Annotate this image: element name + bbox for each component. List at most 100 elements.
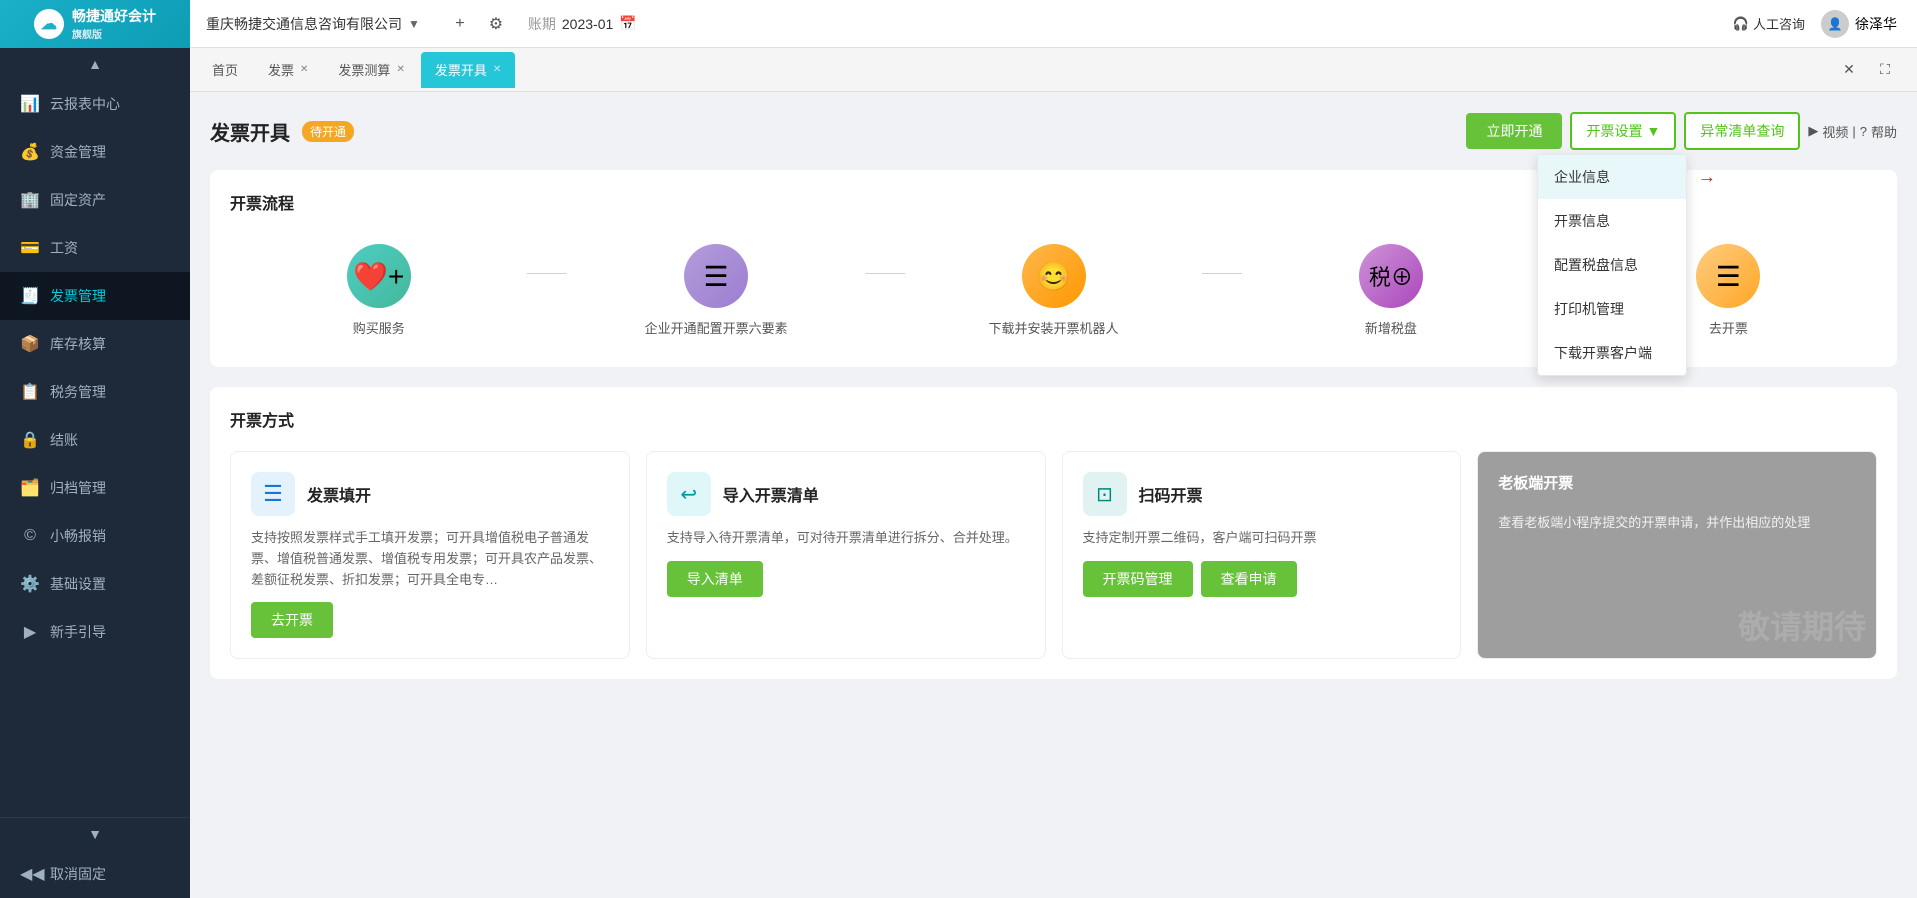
sidebar-item-invoice[interactable]: 🧾 发票管理 <box>0 272 190 320</box>
sidebar-label-reports: 云报表中心 <box>50 94 120 114</box>
headset-icon: 🎧 <box>1733 16 1749 32</box>
tax-icon: 📋 <box>20 382 40 402</box>
import-invoice-title: 导入开票清单 <box>723 482 819 506</box>
sidebar-item-expense[interactable]: © 小畅报销 <box>0 512 190 560</box>
archive-icon: 🗂️ <box>20 478 40 498</box>
coming-soon-watermark: 敬请期待 <box>1738 602 1866 648</box>
avatar: 👤 <box>1821 10 1849 38</box>
step-icon-5: ☰ <box>1696 244 1760 308</box>
tab-invoice-issue[interactable]: 发票开具 ✕ <box>421 52 515 88</box>
fill-invoice-button[interactable]: 去开票 <box>251 602 333 638</box>
page-header: 发票开具 待开通 立即开通 开票设置 ▼ 异常清单查询 ▶ 视频 | ? 帮助 … <box>210 112 1897 150</box>
consult-button[interactable]: 🎧 人工咨询 <box>1733 14 1805 33</box>
sidebar-label-guide: 新手引导 <box>50 622 106 642</box>
close-issue-tab-icon[interactable]: ✕ <box>493 64 501 75</box>
video-button[interactable]: ▶ 视频 | ? 帮助 <box>1808 122 1897 141</box>
fill-invoice-desc: 支持按照发票样式手工填开发票；可开具增值税电子普通发票、增值税普通发票、增值税专… <box>251 528 609 590</box>
method-card-import: ↩ 导入开票清单 支持导入待开票清单，可对待开票清单进行拆分、合并处理。 导入清… <box>646 451 1046 659</box>
tab-invoice-label: 发票 <box>268 60 294 79</box>
video-label: 视频 <box>1822 122 1848 141</box>
period-area: 账期 2023-01 📅 <box>520 14 645 34</box>
assets-icon: 🏢 <box>20 190 40 210</box>
sidebar-label-tax: 税务管理 <box>50 382 106 402</box>
sidebar-item-reports[interactable]: 📊 云报表中心 <box>0 80 190 128</box>
tab-bar-expand-button[interactable]: ⛶ <box>1869 54 1901 86</box>
add-button[interactable]: + <box>444 8 476 40</box>
settings-dropdown: 企业信息 → 开票信息 配置税盘信息 打印机管理 下载开票客户端 <box>1537 154 1687 376</box>
logo-icon: ☁ <box>34 9 64 39</box>
scan-invoice-icon: ⊡ <box>1083 472 1127 516</box>
flow-step-2: ☰ 企业开通配置开票六要素 <box>567 244 864 337</box>
user-info[interactable]: 👤 徐泽华 <box>1821 10 1897 38</box>
period-value[interactable]: 2023-01 <box>562 16 613 32</box>
dropdown-download-label: 下载开票客户端 <box>1554 343 1652 363</box>
scan-manage-button[interactable]: 开票码管理 <box>1083 561 1193 597</box>
main-content: 发票开具 待开通 立即开通 开票设置 ▼ 异常清单查询 ▶ 视频 | ? 帮助 … <box>190 92 1917 898</box>
close-invoice-tab-icon[interactable]: ✕ <box>300 64 308 75</box>
tab-invoice-calc[interactable]: 发票测算 ✕ <box>324 52 418 88</box>
dropdown-invoice-info-label: 开票信息 <box>1554 211 1610 231</box>
unpin-icon: ◀◀ <box>20 864 40 884</box>
dropdown-item-invoice-info[interactable]: 开票信息 <box>1538 199 1686 243</box>
user-name: 徐泽华 <box>1855 14 1897 34</box>
methods-section: 开票方式 ☰ 发票填开 支持按照发票样式手工填开发票；可开具增值税电子普通发票、… <box>210 387 1897 679</box>
top-bar: ☁ 畅捷通好会计 旗舰版 重庆畅捷交通信息咨询有限公司 ▼ + ⚙ 账期 202… <box>0 0 1917 48</box>
flow-connector-1 <box>527 273 567 274</box>
abnormal-button[interactable]: 异常清单查询 <box>1684 112 1800 150</box>
step-label-2: 企业开通配置开票六要素 <box>645 318 788 337</box>
method-header-fill: ☰ 发票填开 <box>251 472 609 516</box>
dropdown-item-taxdisk[interactable]: 配置税盘信息 <box>1538 243 1686 287</box>
method-card-fill: ☰ 发票填开 支持按照发票样式手工填开发票；可开具增值税电子普通发票、增值税普通… <box>230 451 630 659</box>
step-label-1: 购买服务 <box>353 318 405 337</box>
company-selector[interactable]: 重庆畅捷交通信息咨询有限公司 ▼ <box>190 14 436 34</box>
close-calc-tab-icon[interactable]: ✕ <box>396 64 404 75</box>
dropdown-printer-label: 打印机管理 <box>1554 299 1624 319</box>
step-icon-1: ❤️+ <box>347 244 411 308</box>
sidebar-label-invoice: 发票管理 <box>50 286 106 306</box>
tab-invoice[interactable]: 发票 ✕ <box>254 52 322 88</box>
flow-step-1: ❤️+ 购买服务 <box>230 244 527 337</box>
sidebar-item-archive[interactable]: 🗂️ 归档管理 <box>0 464 190 512</box>
sidebar-label-settings: 基础设置 <box>50 574 106 594</box>
dropdown-item-company[interactable]: 企业信息 → <box>1538 155 1686 199</box>
chevron-down-icon: ▼ <box>408 17 420 31</box>
sidebar-item-checkout[interactable]: 🔒 结账 <box>0 416 190 464</box>
period-label: 账期 <box>528 14 556 34</box>
dropdown-item-download[interactable]: 下载开票客户端 <box>1538 331 1686 375</box>
tab-invoice-calc-label: 发票测算 <box>338 60 390 79</box>
import-invoice-button[interactable]: 导入清单 <box>667 561 763 597</box>
sidebar-item-guide[interactable]: ▶ 新手引导 <box>0 608 190 656</box>
activate-button[interactable]: 立即开通 <box>1466 113 1562 149</box>
method-header-scan: ⊡ 扫码开票 <box>1083 472 1441 516</box>
step-icon-2: ☰ <box>684 244 748 308</box>
sidebar-item-assets[interactable]: 🏢 固定资产 <box>0 176 190 224</box>
settings-button[interactable]: 开票设置 ▼ <box>1570 112 1676 150</box>
boss-invoice-title: 老板端开票 <box>1498 472 1856 493</box>
tab-home[interactable]: 首页 <box>198 52 252 88</box>
sidebar-item-inventory[interactable]: 📦 库存核算 <box>0 320 190 368</box>
tab-bar-close-button[interactable]: ✕ <box>1833 54 1865 86</box>
method-card-scan: ⊡ 扫码开票 支持定制开票二维码，客户端可扫码开票 开票码管理 查看申请 <box>1062 451 1462 659</box>
sidebar-item-tax[interactable]: 📋 税务管理 <box>0 368 190 416</box>
sidebar-scroll-down[interactable]: ▼ <box>0 818 190 850</box>
tab-invoice-issue-label: 发票开具 <box>435 60 487 79</box>
settings-chevron-icon: ▼ <box>1646 123 1660 139</box>
methods-grid: ☰ 发票填开 支持按照发票样式手工填开发票；可开具增值税电子普通发票、增值税普通… <box>230 451 1877 659</box>
sidebar-scroll-up[interactable]: ▲ <box>0 48 190 80</box>
red-arrow-icon: → <box>1698 167 1716 188</box>
sidebar-item-settings[interactable]: ⚙️ 基础设置 <box>0 560 190 608</box>
sidebar-item-salary[interactable]: 💳 工资 <box>0 224 190 272</box>
methods-title: 开票方式 <box>230 407 1877 431</box>
sidebar-item-funds[interactable]: 💰 资金管理 <box>0 128 190 176</box>
settings-icon[interactable]: ⚙ <box>480 8 512 40</box>
sidebar-label-salary: 工资 <box>50 238 78 258</box>
header-actions: 立即开通 开票设置 ▼ 异常清单查询 ▶ 视频 | ? 帮助 企业信息 → <box>1466 112 1897 150</box>
salary-icon: 💳 <box>20 238 40 258</box>
sidebar-item-unpin[interactable]: ◀◀ 取消固定 <box>0 850 190 898</box>
calendar-icon[interactable]: 📅 <box>619 15 636 32</box>
sidebar-label-archive: 归档管理 <box>50 478 106 498</box>
scan-view-button[interactable]: 查看申请 <box>1201 561 1297 597</box>
dropdown-taxdisk-label: 配置税盘信息 <box>1554 255 1638 275</box>
flow-step-4: 税⊕ 新增税盘 <box>1242 244 1539 337</box>
dropdown-item-printer[interactable]: 打印机管理 <box>1538 287 1686 331</box>
